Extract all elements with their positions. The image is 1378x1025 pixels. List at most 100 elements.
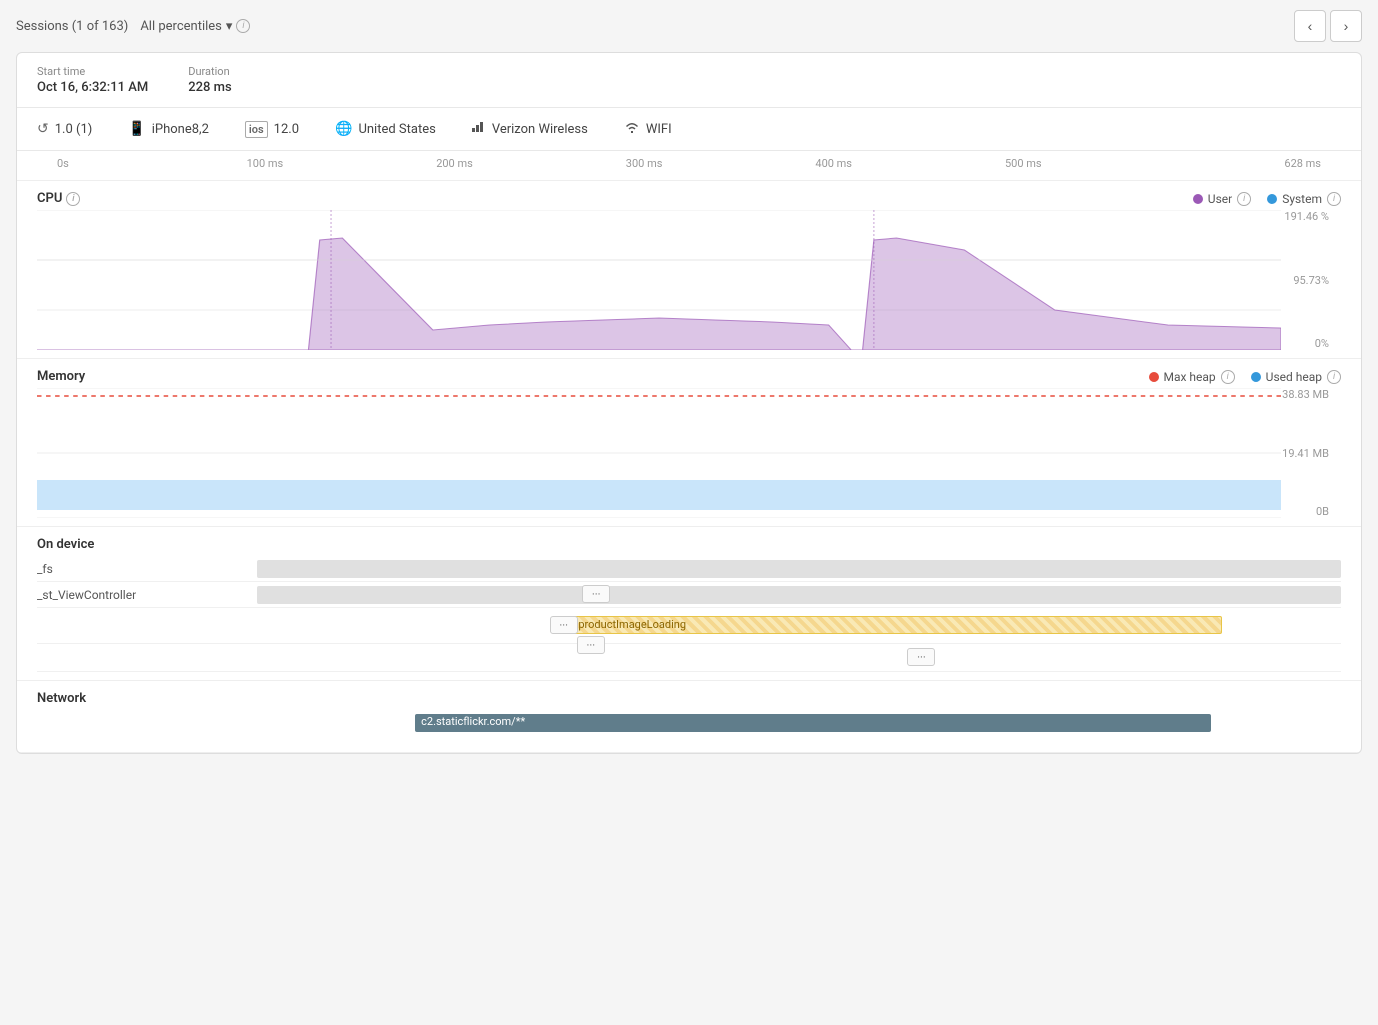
max-heap-info-icon[interactable]: i xyxy=(1221,370,1235,384)
version-item: ↺ 1.0 (1) xyxy=(37,121,92,137)
ruler-0: 0s xyxy=(57,157,69,170)
session-header: Start time Oct 16, 6:32:11 AM Duration 2… xyxy=(17,53,1361,108)
info-icon[interactable]: i xyxy=(236,19,250,33)
memory-chart-area: 38.83 MB 19.41 MB 0B xyxy=(37,388,1281,518)
memory-y-bot: 0B xyxy=(1282,505,1329,518)
max-heap-dot xyxy=(1149,372,1159,382)
on-device-row-stvc: _st_ViewController ··· xyxy=(37,582,1341,608)
start-time-item: Start time Oct 16, 6:32:11 AM xyxy=(37,65,148,95)
start-time-label: Start time xyxy=(37,65,148,78)
network-bar-area: c2.staticflickr.com/** xyxy=(37,710,1341,736)
os-item: ios 12.0 xyxy=(245,121,299,138)
memory-header: Memory Max heap i Used heap i xyxy=(17,359,1361,388)
top-bar: Sessions (1 of 163) All percentiles ▾ i … xyxy=(0,0,1378,52)
pil-bar: productImageLoading xyxy=(571,616,1221,634)
cpu-y-mid: 95.73% xyxy=(1284,274,1329,287)
os-value: 12.0 xyxy=(274,122,299,137)
prev-button[interactable]: ‹ xyxy=(1294,10,1326,42)
network-section: Network c2.staticflickr.com/** xyxy=(17,681,1361,753)
ruler-200: 200 ms xyxy=(436,157,473,170)
wifi-icon xyxy=(624,121,640,137)
network-bar: c2.staticflickr.com/** xyxy=(415,714,1210,732)
cpu-y-axis: 191.46 % 95.73% 0% xyxy=(1284,210,1329,350)
system-info-icon[interactable]: i xyxy=(1327,192,1341,206)
network-value: WIFI xyxy=(646,122,672,137)
used-heap-label: Used heap xyxy=(1266,370,1322,384)
signal-icon xyxy=(472,120,486,138)
network-row-container: c2.staticflickr.com/** xyxy=(37,710,1341,736)
next-button[interactable]: › xyxy=(1330,10,1362,42)
memory-y-mid: 19.41 MB xyxy=(1282,447,1329,460)
duration-label: Duration xyxy=(188,65,231,78)
start-time-value: Oct 16, 6:32:11 AM xyxy=(37,80,148,95)
stvc-bar-area: ··· xyxy=(257,582,1341,607)
ruler-628: 628 ms xyxy=(1284,157,1321,170)
memory-legend: Max heap i Used heap i xyxy=(1149,370,1342,384)
cpu-header: CPU i User i System i xyxy=(17,181,1361,210)
duration-item: Duration 228 ms xyxy=(188,65,231,95)
used-heap-legend: Used heap i xyxy=(1251,370,1341,384)
system-label: System xyxy=(1282,192,1322,206)
network-item: WIFI xyxy=(624,121,672,137)
device-item: 📱 iPhone8,2 xyxy=(128,121,209,137)
used-heap-info-icon[interactable]: i xyxy=(1327,370,1341,384)
top-bar-left: Sessions (1 of 163) All percentiles ▾ i xyxy=(16,19,250,34)
ellipsis-btn-1[interactable]: ··· xyxy=(582,585,610,603)
extra-bar-area: ··· xyxy=(257,644,1341,671)
cpu-chart-area: 191.46 % 95.73% 0% xyxy=(37,210,1281,350)
system-dot xyxy=(1267,194,1277,204)
memory-y-axis: 38.83 MB 19.41 MB 0B xyxy=(1282,388,1329,518)
on-device-rows: _fs _st_ViewController ··· pro xyxy=(17,556,1361,680)
network-row: c2.staticflickr.com/** xyxy=(37,710,1341,736)
network-title-text: Network xyxy=(37,691,86,706)
version-value: 1.0 (1) xyxy=(55,122,93,137)
network-header: Network xyxy=(17,681,1361,710)
cpu-y-bot: 0% xyxy=(1284,337,1329,350)
on-device-header: On device xyxy=(17,527,1361,556)
country-item: 🌐 United States xyxy=(335,121,436,137)
cpu-y-top: 191.46 % xyxy=(1284,210,1329,223)
cpu-chart-svg xyxy=(37,210,1281,350)
on-device-title-text: On device xyxy=(37,537,94,552)
on-device-row-extra: ··· xyxy=(37,644,1341,672)
fs-bar xyxy=(257,560,1341,578)
stvc-label: _st_ViewController xyxy=(37,588,257,602)
pil-label: productImageLoading xyxy=(572,616,692,633)
cpu-chart-wrapper: 191.46 % 95.73% 0% xyxy=(17,210,1361,350)
ruler-500: 500 ms xyxy=(1005,157,1042,170)
country-value: United States xyxy=(358,122,435,137)
ellipsis-btn-2[interactable]: ··· xyxy=(550,616,578,634)
network-url-label: c2.staticflickr.com/** xyxy=(415,713,531,730)
memory-chart-svg xyxy=(37,388,1281,518)
cpu-info-icon[interactable]: i xyxy=(66,192,80,206)
globe-icon: 🌐 xyxy=(335,121,352,137)
memory-section: Memory Max heap i Used heap i xyxy=(17,359,1361,527)
max-heap-label: Max heap xyxy=(1164,370,1216,384)
used-heap-dot xyxy=(1251,372,1261,382)
nav-buttons: ‹ › xyxy=(1294,10,1362,42)
device-value: iPhone8,2 xyxy=(152,122,209,137)
user-dot xyxy=(1193,194,1203,204)
sessions-label: Sessions (1 of 163) xyxy=(16,19,128,34)
memory-title-text: Memory xyxy=(37,369,85,384)
timeline-ruler: 0s 100 ms 200 ms 300 ms 400 ms 500 ms 62… xyxy=(17,151,1361,181)
percentile-dropdown[interactable]: All percentiles ▾ i xyxy=(140,19,250,34)
carrier-value: Verizon Wireless xyxy=(492,122,588,137)
device-bar: ↺ 1.0 (1) 📱 iPhone8,2 ios 12.0 🌐 United … xyxy=(17,108,1361,151)
cpu-title-text: CPU xyxy=(37,191,62,206)
duration-value: 228 ms xyxy=(188,80,231,95)
cpu-user-legend: User i xyxy=(1193,192,1251,206)
percentile-label: All percentiles xyxy=(140,19,222,34)
main-card: Start time Oct 16, 6:32:11 AM Duration 2… xyxy=(16,52,1362,754)
chevron-down-icon: ▾ xyxy=(226,19,233,34)
on-device-title: On device xyxy=(37,537,94,552)
memory-title: Memory xyxy=(37,369,85,384)
on-device-row-fs: _fs xyxy=(37,556,1341,582)
ruler-400: 400 ms xyxy=(815,157,852,170)
ellipsis-btn-4[interactable]: ··· xyxy=(907,648,935,666)
ios-icon: ios xyxy=(245,121,268,138)
cpu-legend: User i System i xyxy=(1193,192,1341,206)
on-device-row-pil: productImageLoading ··· ··· xyxy=(37,608,1341,644)
user-info-icon[interactable]: i xyxy=(1237,192,1251,206)
cpu-title: CPU i xyxy=(37,191,80,206)
